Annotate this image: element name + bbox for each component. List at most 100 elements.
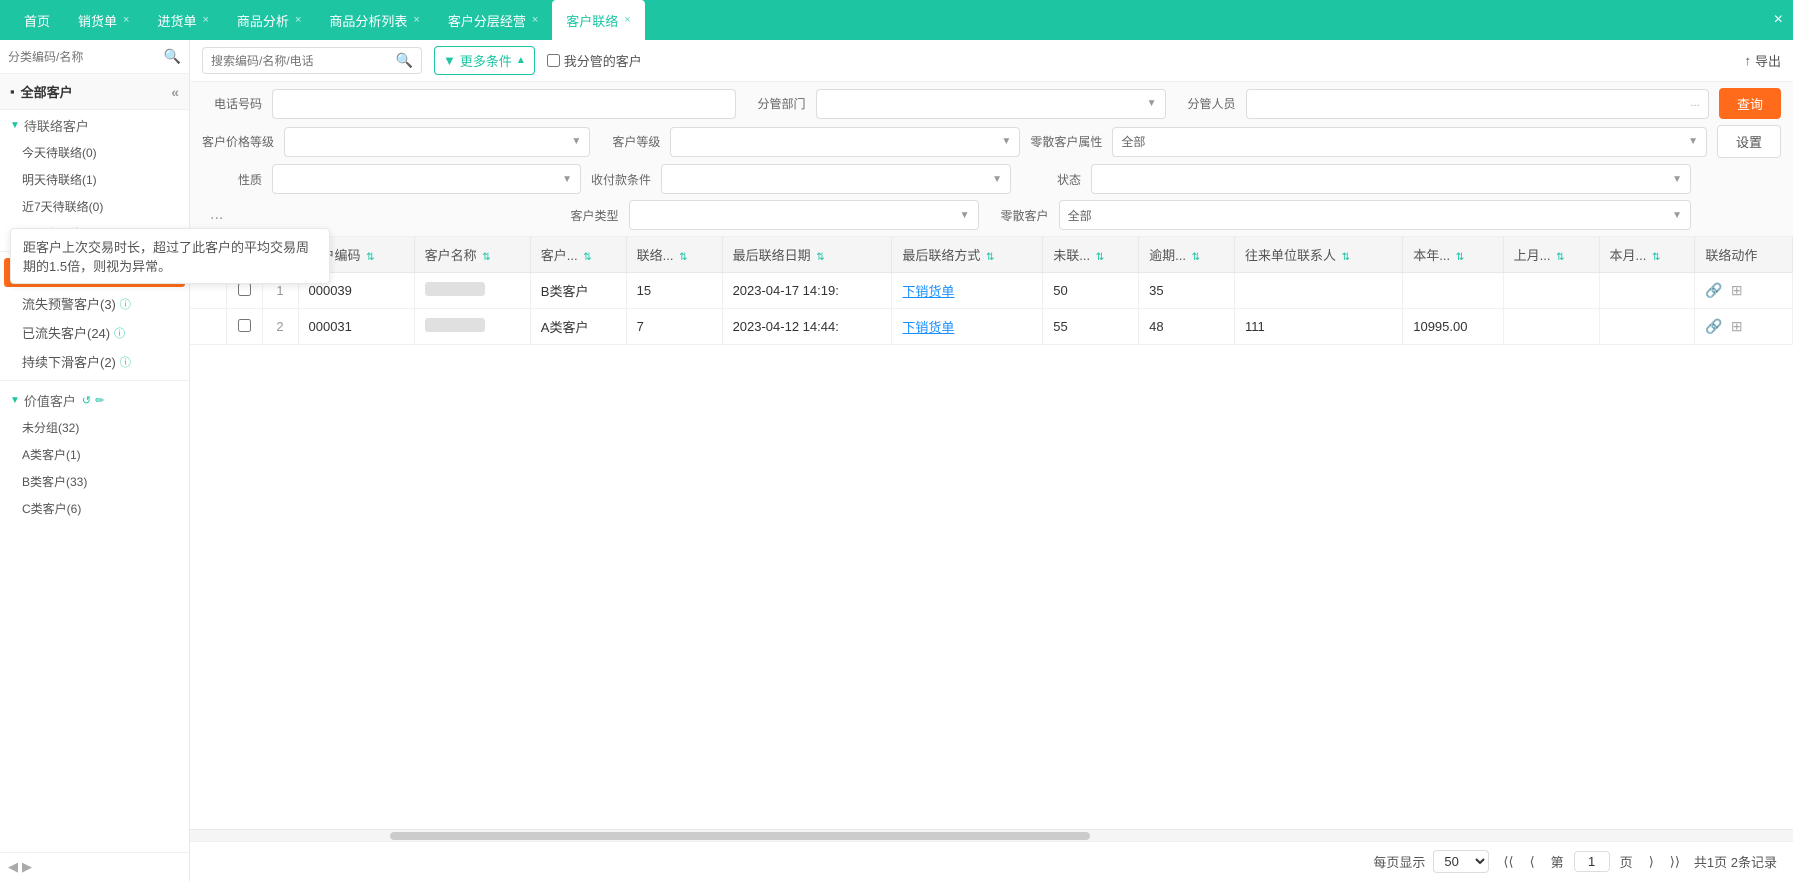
grid-icon-1[interactable]: ⊞ xyxy=(1731,282,1743,299)
status-field[interactable]: ▼ xyxy=(1091,164,1691,194)
customer-level-field[interactable]: ▼ xyxy=(670,127,1020,157)
sidebar-all-customers-header[interactable]: ▪ 全部客户 « xyxy=(0,74,189,110)
price-level-field[interactable]: ▼ xyxy=(284,127,590,157)
sidebar-item-a-class[interactable]: A类客户(1) xyxy=(0,441,189,468)
prev-page-button[interactable]: ⟨ xyxy=(1524,852,1541,872)
col-last-month[interactable]: 上月... ⇅ xyxy=(1503,237,1599,273)
horizontal-scrollbar[interactable] xyxy=(190,829,1793,841)
info-icon-3: ⓘ xyxy=(114,325,125,341)
row-checkbox-cell-2 xyxy=(226,309,262,345)
filter-search-icon[interactable]: 🔍 xyxy=(396,52,413,69)
total-label: 共1页 2条记录 xyxy=(1694,852,1777,871)
sidebar-item-c-class[interactable]: C类客户(6) xyxy=(0,495,189,522)
link-icon-2[interactable]: 🔗 xyxy=(1705,318,1722,335)
retail-customer-field[interactable]: 全部 ▼ xyxy=(1059,200,1691,230)
sidebar-search-icon[interactable]: 🔍 xyxy=(164,48,181,65)
my-customers-checkbox[interactable] xyxy=(547,54,560,67)
nav-customer-contact[interactable]: 客户联络 × xyxy=(552,0,644,40)
row-contacts-1: 15 xyxy=(626,273,722,309)
triangle-icon: ▼ xyxy=(10,120,20,131)
gender-field[interactable]: ▼ xyxy=(272,164,581,194)
sidebar-bottom: ◀ ▶ xyxy=(0,852,189,881)
col-not-contacted[interactable]: 未联... ⇅ xyxy=(1043,237,1139,273)
close-all-button[interactable]: × xyxy=(1774,11,1783,29)
sidebar-item-declining[interactable]: 持续下滑客户(2) ⓘ xyxy=(0,347,189,376)
payment-field[interactable]: ▼ xyxy=(661,164,1011,194)
row-code-2: 000031 xyxy=(298,309,414,345)
col-contacts[interactable]: 联络... ⇅ xyxy=(626,237,722,273)
nav-sales[interactable]: 销货单 × xyxy=(64,0,143,40)
grid-icon-2[interactable]: ⊞ xyxy=(1731,318,1743,335)
sidebar-item-tomorrow[interactable]: 明天待联络(1) xyxy=(0,166,189,193)
prev-page-icon[interactable]: ◀ xyxy=(8,859,18,875)
row-last-date-2: 2023-04-12 14:44: xyxy=(722,309,892,345)
col-overdue[interactable]: 逾期... ⇅ xyxy=(1139,237,1235,273)
link-icon-1[interactable]: 🔗 xyxy=(1705,282,1722,299)
table-header-row: ⚙ 客户编码 ⇅ 客户名称 ⇅ xyxy=(190,237,1793,273)
col-customer-name[interactable]: 客户名称 ⇅ xyxy=(414,237,530,273)
nav-customer-layer[interactable]: 客户分层经营 × xyxy=(434,0,552,40)
export-button[interactable]: ↑ 导出 xyxy=(1744,51,1781,70)
triangle-icon-2: ▼ xyxy=(10,395,20,406)
sidebar-collapse-button[interactable]: « xyxy=(171,84,179,100)
sidebar-item-ungrouped[interactable]: 未分组(32) xyxy=(0,414,189,441)
sidebar-item-7days[interactable]: 近7天待联络(0) xyxy=(0,193,189,220)
col-this-year[interactable]: 本年... ⇅ xyxy=(1403,237,1503,273)
row-last-method-1[interactable]: 下销货单 xyxy=(892,273,1043,309)
scrollbar-thumb[interactable] xyxy=(390,832,1090,840)
filter-more-button[interactable]: ▼ 更多条件 ▲ xyxy=(434,46,535,75)
sidebar-item-lost[interactable]: 已流失客户(24) ⓘ xyxy=(0,318,189,347)
close-icon[interactable]: × xyxy=(624,14,630,26)
query-button[interactable]: 查询 xyxy=(1719,88,1781,119)
col-customer-category[interactable]: 客户... ⇅ xyxy=(530,237,626,273)
row-checkbox-2[interactable] xyxy=(238,319,251,332)
filter-search-input[interactable] xyxy=(211,54,396,68)
dropdown-icon-10: ▼ xyxy=(1672,210,1682,221)
sidebar-item-today[interactable]: 今天待联络(0) xyxy=(0,139,189,166)
nav-product-analysis-list[interactable]: 商品分析列表 × xyxy=(315,0,433,40)
manager-field[interactable]: … xyxy=(1246,89,1710,119)
col-company-contacts[interactable]: 往来单位联系人 ⇅ xyxy=(1235,237,1403,273)
department-field[interactable]: ▼ xyxy=(816,89,1166,119)
col-last-contact-date[interactable]: 最后联络日期 ⇅ xyxy=(722,237,892,273)
first-page-button[interactable]: ⟨⟨ xyxy=(1497,852,1519,872)
price-level-label: 客户价格等级 xyxy=(202,133,274,150)
my-customers-checkbox-wrap[interactable]: 我分管的客户 xyxy=(547,51,642,70)
row-name-2 xyxy=(414,309,530,345)
row-checkbox-1[interactable] xyxy=(238,283,251,296)
close-icon[interactable]: × xyxy=(413,14,419,26)
page-number-input[interactable] xyxy=(1574,851,1610,872)
sidebar-group-value[interactable]: ▼ 价值客户 ↺ ✏ xyxy=(0,385,189,414)
row-this-year-1 xyxy=(1403,273,1503,309)
phone-field[interactable] xyxy=(272,89,736,119)
next-page-button[interactable]: ⟩ xyxy=(1643,852,1660,872)
row-settings-2 xyxy=(190,309,226,345)
customer-level-label: 客户等级 xyxy=(600,133,660,150)
sidebar-search-input[interactable] xyxy=(8,50,164,64)
row-last-date-1: 2023-04-17 14:19: xyxy=(722,273,892,309)
row-last-method-2[interactable]: 下销货单 xyxy=(892,309,1043,345)
customer-type-field[interactable]: ▼ xyxy=(629,200,979,230)
sidebar-item-b-class[interactable]: B类客户(33) xyxy=(0,468,189,495)
close-icon[interactable]: × xyxy=(202,14,208,26)
sort-icon-6: ⇅ xyxy=(986,252,994,263)
retail-attr-field[interactable]: 全部 ▼ xyxy=(1112,127,1707,157)
setting-button[interactable]: 设置 xyxy=(1717,125,1781,158)
row-not-contacted-1: 50 xyxy=(1043,273,1139,309)
close-icon[interactable]: × xyxy=(532,14,538,26)
col-last-contact-method[interactable]: 最后联络方式 ⇅ xyxy=(892,237,1043,273)
sidebar-group-pending[interactable]: ▼ 待联络客户 xyxy=(0,110,189,139)
edit-icon[interactable]: ✏ xyxy=(95,394,104,407)
nav-home[interactable]: 首页 xyxy=(10,0,64,40)
close-icon[interactable]: × xyxy=(295,14,301,26)
last-page-button[interactable]: ⟩⟩ xyxy=(1664,852,1686,872)
more-dots[interactable]: ... xyxy=(202,206,231,224)
sidebar-item-loss-warning[interactable]: 流失预警客户(3) ⓘ xyxy=(0,289,189,318)
next-page-icon[interactable]: ▶ xyxy=(22,859,32,875)
nav-product-analysis[interactable]: 商品分析 × xyxy=(223,0,315,40)
close-icon[interactable]: × xyxy=(123,14,129,26)
col-this-month[interactable]: 本月... ⇅ xyxy=(1599,237,1695,273)
nav-purchase[interactable]: 进货单 × xyxy=(143,0,222,40)
refresh-icon[interactable]: ↺ xyxy=(82,394,91,407)
per-page-select[interactable]: 50 100 200 xyxy=(1433,850,1489,873)
